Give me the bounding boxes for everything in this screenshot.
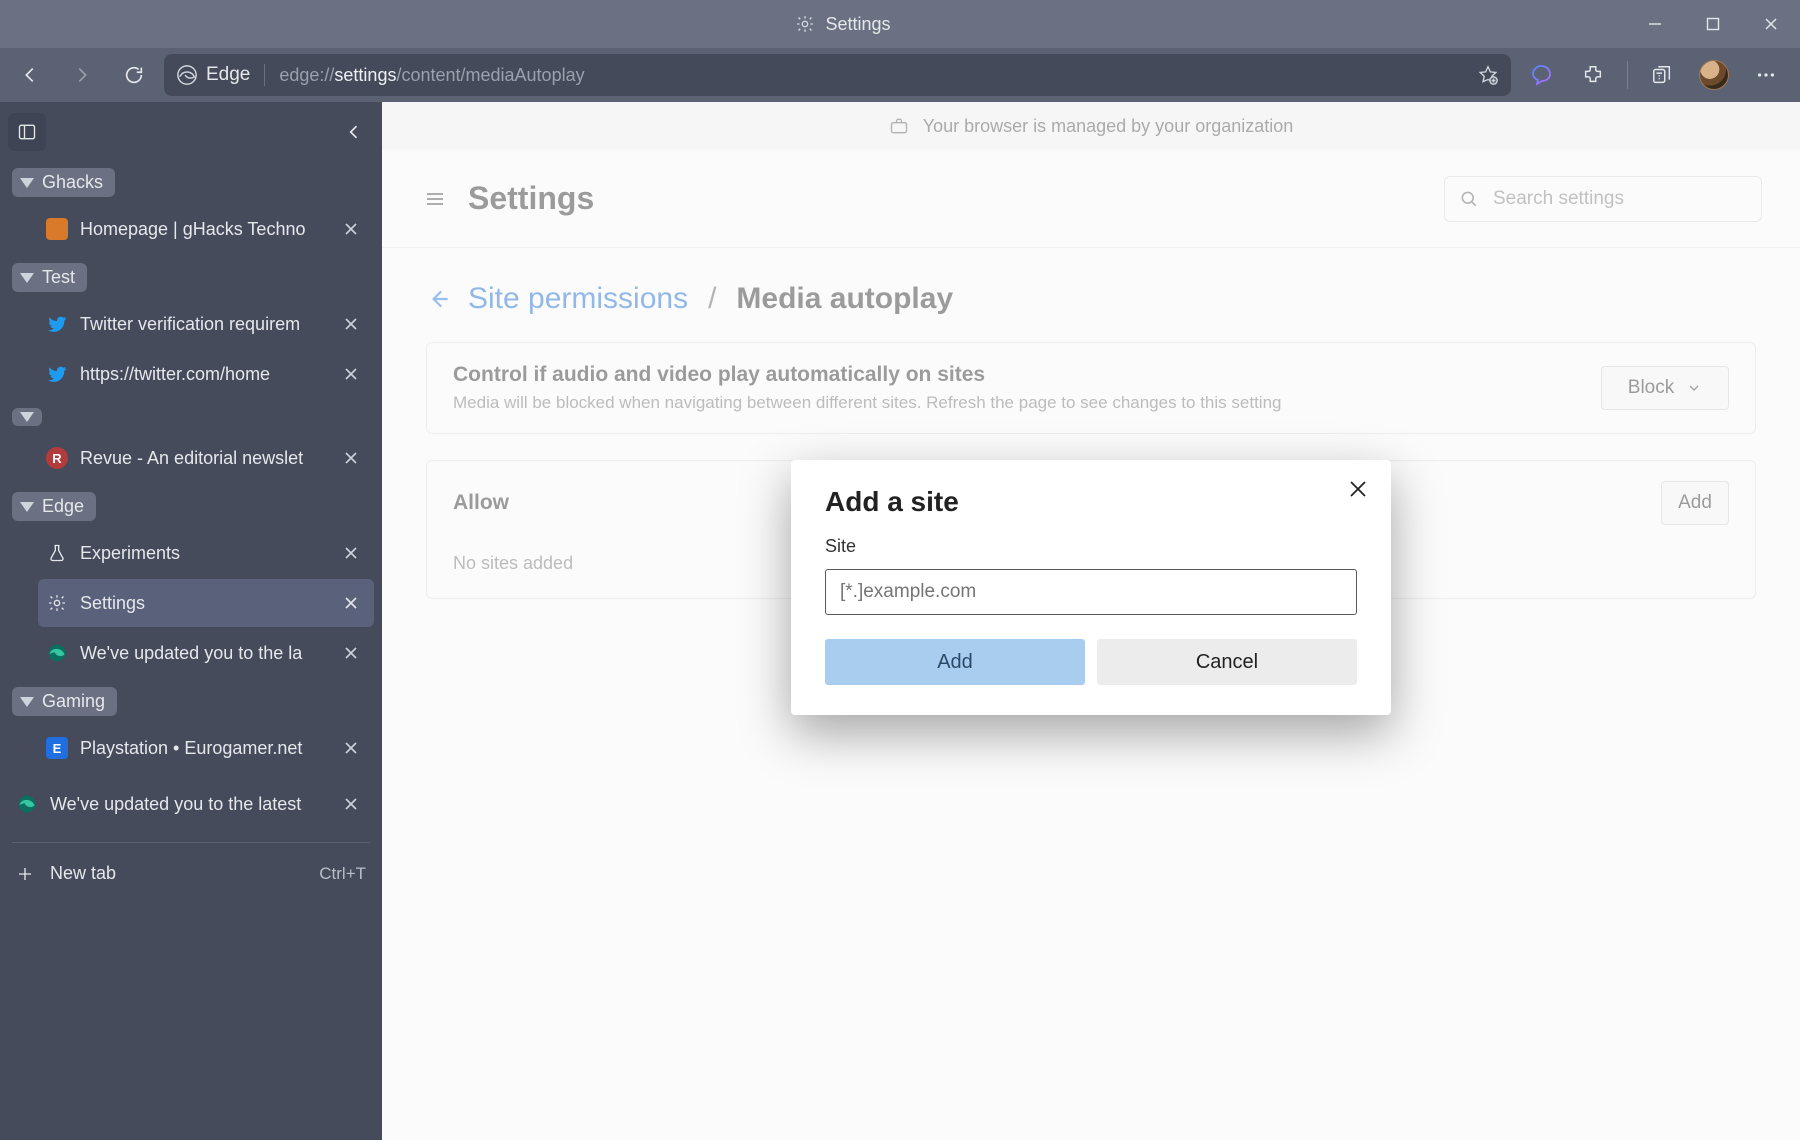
- tab-settings[interactable]: Settings: [38, 579, 374, 627]
- site-favicon: R: [46, 447, 68, 469]
- close-tab-icon[interactable]: [344, 222, 366, 236]
- profile-avatar[interactable]: [1692, 55, 1736, 95]
- nav-forward-button[interactable]: [60, 55, 104, 95]
- site-favicon: [46, 218, 68, 240]
- app-menu-button[interactable]: [1744, 55, 1788, 95]
- tab-group-label: Edge: [42, 496, 84, 517]
- window-close-button[interactable]: [1742, 0, 1800, 48]
- edge-icon: [16, 793, 38, 815]
- nav-back-button[interactable]: [8, 55, 52, 95]
- tab-actions-button[interactable]: [8, 113, 46, 151]
- tab-label: We've updated you to the la: [80, 643, 332, 664]
- tab-label: Twitter verification requirem: [80, 314, 332, 335]
- gear-icon: [46, 592, 68, 614]
- new-tab-label: New tab: [50, 863, 116, 884]
- twitter-icon: [46, 313, 68, 335]
- plus-icon: [16, 865, 34, 883]
- modal-cancel-button[interactable]: Cancel: [1097, 639, 1357, 685]
- tab-group-unnamed[interactable]: [12, 408, 42, 426]
- flask-icon: [46, 542, 68, 564]
- vertical-tabs-sidebar: Ghacks Homepage | gHacks Techno Test Twi…: [0, 102, 382, 1140]
- window-maximize-button[interactable]: [1684, 0, 1742, 48]
- button-label: Add: [937, 651, 973, 674]
- browser-toolbar: Edge edge://settings/content/mediaAutopl…: [0, 48, 1800, 102]
- tab-experiments[interactable]: Experiments: [38, 529, 374, 577]
- tab-revue[interactable]: R Revue - An editorial newslet: [38, 434, 374, 482]
- edge-icon: [176, 64, 198, 86]
- tab-label: Revue - An editorial newslet: [80, 448, 332, 469]
- chevron-down-icon: [20, 697, 34, 707]
- tab-ghacks-homepage[interactable]: Homepage | gHacks Techno: [38, 205, 374, 253]
- close-tab-icon[interactable]: [344, 317, 366, 331]
- tab-edge-update[interactable]: We've updated you to the la: [38, 629, 374, 677]
- chevron-down-icon: [20, 412, 34, 422]
- tab-twitter-home[interactable]: https://twitter.com/home: [38, 350, 374, 398]
- window-titlebar: Settings: [0, 0, 1800, 48]
- extensions-icon[interactable]: [1571, 55, 1615, 95]
- close-tab-icon[interactable]: [344, 741, 366, 755]
- site-favicon: E: [46, 737, 68, 759]
- tab-group-label: Gaming: [42, 691, 105, 712]
- tab-group-gaming[interactable]: Gaming: [12, 687, 117, 716]
- modal-add-button[interactable]: Add: [825, 639, 1085, 685]
- new-tab-button[interactable]: New tab Ctrl+T: [0, 853, 382, 894]
- collapse-sidebar-button[interactable]: [334, 112, 374, 152]
- modal-site-input[interactable]: [825, 569, 1357, 615]
- modal-close-button[interactable]: [1343, 474, 1373, 504]
- bing-chat-icon[interactable]: [1519, 55, 1563, 95]
- settings-content: Your browser is managed by your organiza…: [382, 102, 1800, 1140]
- tab-group-ghacks[interactable]: Ghacks: [12, 168, 115, 197]
- modal-title: Add a site: [825, 486, 1357, 518]
- tab-edge-update-loose[interactable]: We've updated you to the latest: [8, 780, 374, 828]
- close-tab-icon[interactable]: [344, 546, 366, 560]
- tab-twitter-verification[interactable]: Twitter verification requirem: [38, 300, 374, 348]
- new-tab-shortcut: Ctrl+T: [319, 864, 366, 884]
- tab-label: Settings: [80, 593, 332, 614]
- close-tab-icon[interactable]: [344, 646, 366, 660]
- chevron-down-icon: [20, 502, 34, 512]
- tab-group-label: Ghacks: [42, 172, 103, 193]
- add-site-modal: Add a site Site Add Cancel: [791, 460, 1391, 715]
- twitter-icon: [46, 363, 68, 385]
- window-minimize-button[interactable]: [1626, 0, 1684, 48]
- tab-label: Experiments: [80, 543, 332, 564]
- chevron-down-icon: [20, 273, 34, 283]
- modal-field-label: Site: [825, 536, 1357, 557]
- close-tab-icon[interactable]: [344, 596, 366, 610]
- tab-group-edge[interactable]: Edge: [12, 492, 96, 521]
- gear-icon: [795, 14, 815, 34]
- nav-reload-button[interactable]: [112, 55, 156, 95]
- tab-label: Playstation • Eurogamer.net: [80, 738, 332, 759]
- modal-overlay: Add a site Site Add Cancel: [382, 102, 1800, 1140]
- edge-icon: [46, 642, 68, 664]
- close-tab-icon[interactable]: [344, 367, 366, 381]
- window-title: Settings: [825, 14, 890, 35]
- close-tab-icon[interactable]: [344, 451, 366, 465]
- tab-group-label: Test: [42, 267, 75, 288]
- address-bar[interactable]: Edge edge://settings/content/mediaAutopl…: [164, 54, 1511, 96]
- favorite-star-icon[interactable]: [1477, 64, 1499, 86]
- address-bar-app-label: Edge: [206, 64, 250, 86]
- tab-label: We've updated you to the latest: [50, 794, 332, 815]
- button-label: Cancel: [1196, 651, 1258, 674]
- chevron-down-icon: [20, 178, 34, 188]
- tab-eurogamer[interactable]: E Playstation • Eurogamer.net: [38, 724, 374, 772]
- address-bar-url: edge://settings/content/mediaAutoplay: [279, 65, 584, 86]
- tab-label: Homepage | gHacks Techno: [80, 219, 332, 240]
- collections-icon[interactable]: [1640, 55, 1684, 95]
- close-tab-icon[interactable]: [344, 797, 366, 811]
- tab-group-test[interactable]: Test: [12, 263, 87, 292]
- tab-label: https://twitter.com/home: [80, 364, 332, 385]
